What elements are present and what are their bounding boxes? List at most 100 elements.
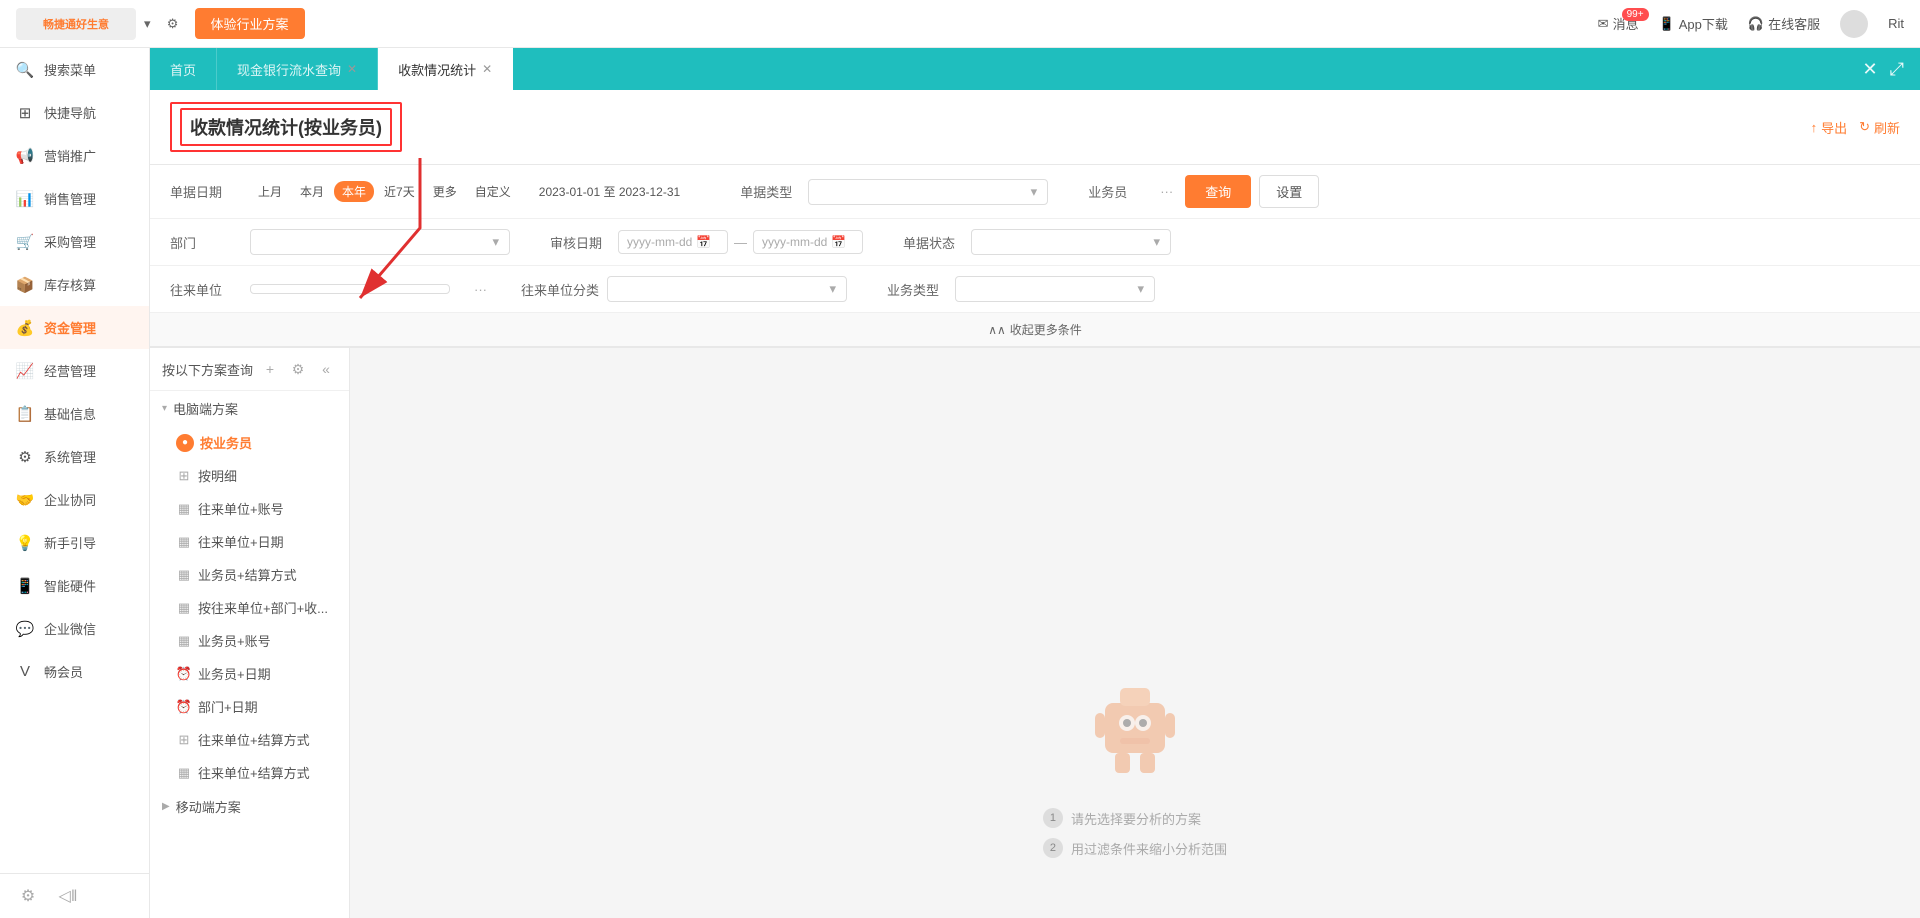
scheme-item-salesman-date[interactable]: ⏰ 业务员+日期 — [150, 657, 349, 690]
top-bar-gear-icon[interactable]: ⚙ — [159, 10, 187, 38]
tab-bank-flow[interactable]: 现金银行流水查询 ✕ — [217, 48, 378, 90]
calendar-from-icon: 📅 — [696, 235, 711, 249]
sidebar-label-system: 系统管理 — [44, 447, 96, 466]
counterpart-settlement1-icon: ⊞ — [176, 732, 192, 748]
sidebar-item-member[interactable]: V 畅会员 — [0, 650, 149, 693]
sidebar-item-smart-hw[interactable]: 📱 智能硬件 — [0, 564, 149, 607]
scheme-item-counterpart-settlement1[interactable]: ⊞ 往来单位+结算方式 — [150, 723, 349, 756]
sidebar-item-quick-nav[interactable]: ⊞ 快捷导航 — [0, 91, 149, 134]
page-header-actions: ↑ 导出 ↻ 刷新 — [1811, 118, 1900, 137]
counterpart-category-arrow: ▾ — [829, 281, 836, 297]
voucher-status-filter: 单据状态 ▾ — [903, 229, 1171, 255]
sidebar-item-basic-info[interactable]: 📋 基础信息 — [0, 392, 149, 435]
scheme-item-counterpart-settlement2[interactable]: ▦ 往来单位+结算方式 — [150, 756, 349, 789]
voucher-status-select[interactable]: ▾ — [971, 229, 1171, 255]
scheme-by-detail-label: 按明细 — [198, 466, 237, 485]
tab-home[interactable]: 首页 — [150, 48, 217, 90]
counterpart-input[interactable] — [250, 284, 450, 294]
date-tab-more[interactable]: 更多 — [425, 181, 465, 202]
query-button[interactable]: 查询 — [1185, 175, 1251, 208]
business-type-select[interactable]: ▾ — [955, 276, 1155, 302]
scheme-group-mobile-header[interactable]: ▶ 移动端方案 — [150, 789, 349, 824]
date-tab-this-year[interactable]: 本年 — [334, 181, 374, 202]
scheme-item-salesman-settlement[interactable]: ▦ 业务员+结算方式 — [150, 558, 349, 591]
top-bar-right: ✉ 消息 99+ 📱 App下载 🎧 在线客服 Rit — [1598, 10, 1904, 38]
counterpart-more-dots[interactable]: ··· — [474, 282, 487, 297]
online-service-item[interactable]: 🎧 在线客服 — [1748, 14, 1820, 33]
tab-bank-flow-close[interactable]: ✕ — [347, 62, 357, 76]
wechat-icon: 💬 — [16, 620, 34, 638]
scheme-group-desktop-header[interactable]: ▾ 电脑端方案 — [150, 391, 349, 426]
left-panel-collapse-icon[interactable]: « — [315, 358, 337, 380]
counterpart-category-select[interactable]: ▾ — [607, 276, 847, 302]
sidebar-item-marketing[interactable]: 📢 营销推广 — [0, 134, 149, 177]
dept-select[interactable]: ▾ — [250, 229, 510, 255]
scheme-salesman-date-label: 业务员+日期 — [198, 664, 271, 683]
scheme-item-counterpart-account[interactable]: ▦ 往来单位+账号 — [150, 492, 349, 525]
sidebar-item-operations[interactable]: 📈 经营管理 — [0, 349, 149, 392]
filter-settings-button[interactable]: 设置 — [1259, 175, 1319, 208]
review-date-from-text: yyyy-mm-dd — [627, 235, 692, 249]
sidebar-item-finance[interactable]: 💰 资金管理 — [0, 306, 149, 349]
query-actions: 查询 设置 — [1185, 175, 1319, 208]
voucher-type-select[interactable]: ▾ — [808, 179, 1048, 205]
collapse-more-btn[interactable]: ∧∧ 收起更多条件 — [150, 313, 1920, 347]
salesman-label: 业务员 — [1088, 182, 1148, 201]
user-avatar[interactable] — [1840, 10, 1868, 38]
scheme-item-by-detail[interactable]: ⊞ 按明细 — [150, 459, 349, 492]
robot-illustration — [1075, 668, 1195, 788]
salesman-filter: 业务员 ··· 查询 设置 — [1088, 175, 1319, 208]
sidebar-label-search-menu: 搜索菜单 — [44, 60, 96, 79]
export-button[interactable]: ↑ 导出 — [1811, 118, 1848, 137]
top-bar-dropdown[interactable]: ▾ — [144, 16, 151, 32]
sidebar-item-sales[interactable]: 📊 销售管理 — [0, 177, 149, 220]
basic-info-icon: 📋 — [16, 405, 34, 423]
sidebar-item-enterprise[interactable]: 🤝 企业协同 — [0, 478, 149, 521]
tab-close-all-icon[interactable]: ✕ — [1863, 59, 1878, 80]
scheme-item-by-salesman[interactable]: ● 按业务员 — [150, 426, 349, 459]
collapse-sidebar-icon[interactable]: ◁‖ — [56, 884, 80, 908]
date-tab-7days[interactable]: 近7天 — [376, 181, 423, 202]
filter-panel: 单据日期 上月 本月 本年 近7天 更多 自定义 2023-01-01 至 20… — [150, 165, 1920, 348]
body-split: 按以下方案查询 + ⚙ « ▾ 电脑端方案 — [150, 348, 1920, 918]
sidebar-item-guide[interactable]: 💡 新手引导 — [0, 521, 149, 564]
date-label: 单据日期 — [170, 182, 230, 201]
scheme-item-dept-date[interactable]: ⏰ 部门+日期 — [150, 690, 349, 723]
date-tab-last-month[interactable]: 上月 — [250, 181, 290, 202]
sidebar-item-wechat[interactable]: 💬 企业微信 — [0, 607, 149, 650]
sidebar-item-system[interactable]: ⚙ 系统管理 — [0, 435, 149, 478]
scheme-item-salesman-account[interactable]: ▦ 业务员+账号 — [150, 624, 349, 657]
trial-btn[interactable]: 体验行业方案 — [195, 8, 305, 39]
left-panel-add-icon[interactable]: + — [259, 358, 281, 380]
message-badge: 99+ — [1622, 8, 1649, 21]
refresh-button[interactable]: ↻ 刷新 — [1859, 118, 1900, 137]
review-date-to[interactable]: yyyy-mm-dd 📅 — [753, 230, 863, 254]
settings-bottom-icon[interactable]: ⚙ — [16, 884, 40, 908]
sidebar-item-inventory[interactable]: 📦 库存核算 — [0, 263, 149, 306]
sidebar-item-purchase[interactable]: 🛒 采购管理 — [0, 220, 149, 263]
sidebar-label-sales: 销售管理 — [44, 189, 96, 208]
review-date-from[interactable]: yyyy-mm-dd 📅 — [618, 230, 728, 254]
left-panel-actions: + ⚙ « — [259, 358, 337, 380]
download-icon: 📱 — [1659, 16, 1675, 32]
voucher-type-label: 单据类型 — [740, 182, 800, 201]
date-tab-this-month[interactable]: 本月 — [292, 181, 332, 202]
scheme-item-counterpart-date[interactable]: ▦ 往来单位+日期 — [150, 525, 349, 558]
collapse-more-label: 收起更多条件 — [1010, 321, 1082, 338]
tab-receipt-stats[interactable]: 收款情况统计 ✕ — [378, 48, 513, 90]
sidebar-item-search-menu[interactable]: 🔍 搜索菜单 — [0, 48, 149, 91]
member-icon: V — [16, 663, 34, 681]
date-tab-custom[interactable]: 自定义 — [467, 181, 519, 202]
page-header: 收款情况统计(按业务员) ↑ 导出 ↻ 刷新 — [150, 90, 1920, 165]
app-download-item[interactable]: 📱 App下载 — [1659, 14, 1728, 33]
tab-expand-icon[interactable]: ⤢ — [1890, 59, 1904, 80]
scheme-item-by-counterpart-dept[interactable]: ▦ 按往来单位+部门+收... — [150, 591, 349, 624]
counterpart-dept-icon: ▦ — [176, 600, 192, 616]
calendar-to-icon: 📅 — [831, 235, 846, 249]
left-panel-settings-icon[interactable]: ⚙ — [287, 358, 309, 380]
smart-hw-icon: 📱 — [16, 577, 34, 595]
tab-receipt-stats-close[interactable]: ✕ — [482, 62, 492, 76]
message-item[interactable]: ✉ 消息 99+ — [1598, 14, 1639, 33]
salesman-more-dots[interactable]: ··· — [1160, 184, 1173, 199]
page-title-box: 收款情况统计(按业务员) — [170, 102, 402, 152]
